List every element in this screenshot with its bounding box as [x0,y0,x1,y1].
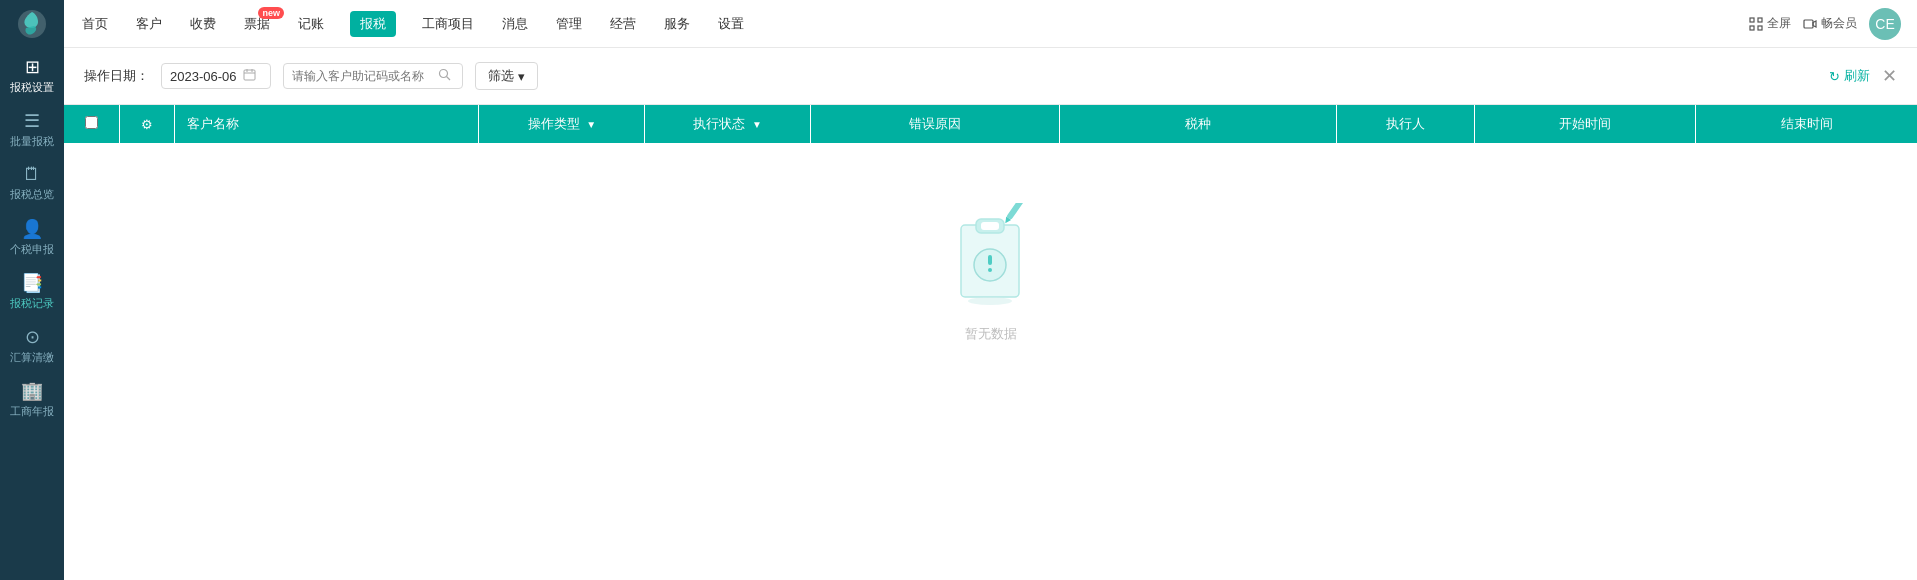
th-tax: 税种 [1060,105,1337,143]
th-error: 错误原因 [811,105,1060,143]
sidebar-label-reconcile: 汇算清缴 [10,351,54,364]
sidebar-item-batch-tax[interactable]: ☰ 批量报税 [0,102,64,156]
filter-button[interactable]: 筛选 ▾ [475,62,538,90]
toolbar-right: ↻ 刷新 ✕ [1829,65,1897,87]
th-executor: 执行人 [1336,105,1474,143]
svg-rect-18 [1006,203,1024,220]
sidebar-label-batch-tax: 批量报税 [10,135,54,148]
th-gear[interactable]: ⚙ [119,105,174,143]
svg-rect-17 [988,268,992,272]
svg-rect-16 [988,255,992,265]
nav-operations[interactable]: 经营 [608,11,638,37]
svg-rect-6 [244,70,255,80]
search-input[interactable] [292,69,432,83]
th-customer: 客户名称 [175,105,479,143]
nav-management[interactable]: 管理 [554,11,584,37]
refresh-button[interactable]: ↻ 刷新 [1829,67,1870,85]
svg-rect-1 [1750,18,1754,22]
tax-records-icon: 📑 [21,272,43,294]
member-button[interactable]: 畅会员 [1803,15,1857,32]
topnav: 首页 客户 收费 票据 new 记账 报税 工商项目 消息 管理 经营 服务 设… [64,0,1917,48]
nav-settings[interactable]: 设置 [716,11,746,37]
sidebar-item-tax-overview[interactable]: 🗒 报税总览 [0,156,64,209]
svg-rect-5 [1804,20,1813,28]
invoice-badge: new [258,7,284,19]
sidebar-label-annual-report: 工商年报 [10,405,54,418]
main-area: 首页 客户 收费 票据 new 记账 报税 工商项目 消息 管理 经营 服务 设… [64,0,1917,580]
empty-text: 暂无数据 [965,325,1017,343]
search-icon [438,68,451,84]
svg-point-21 [968,297,1012,305]
svg-rect-4 [1758,26,1762,30]
sidebar: ⊞ 报税设置 ☰ 批量报税 🗒 报税总览 👤 个税申报 📑 报税记录 ⊙ 汇算清… [0,0,64,580]
sidebar-item-tax-records[interactable]: 📑 报税记录 [0,264,64,318]
table-header: ⚙ 客户名称 操作类型 ▼ 执行状态 ▼ 错误原因 税种 执行 [64,105,1917,143]
personal-tax-icon: 👤 [21,218,43,240]
nav-industry[interactable]: 工商项目 [420,11,476,37]
sidebar-item-reconcile[interactable]: ⊙ 汇算清缴 [0,318,64,372]
sidebar-label-tax-overview: 报税总览 [10,188,54,201]
nav-tax[interactable]: 报税 [350,11,396,37]
table-wrap: ⚙ 客户名称 操作类型 ▼ 执行状态 ▼ 错误原因 税种 执行 [64,105,1917,580]
date-picker[interactable]: 2023-06-06 [161,63,271,89]
svg-point-10 [440,70,448,78]
sidebar-item-tax-settings[interactable]: ⊞ 报税设置 [0,48,64,102]
fullscreen-button[interactable]: 全屏 [1749,15,1791,32]
sidebar-item-annual-report[interactable]: 🏢 工商年报 [0,372,64,426]
tax-overview-icon: 🗒 [23,164,41,185]
nav-accounting[interactable]: 记账 [296,11,326,37]
nav-customer[interactable]: 客户 [134,11,164,37]
video-icon [1803,17,1817,31]
toolbar: 操作日期： 2023-06-06 [64,48,1917,105]
gear-icon: ⚙ [141,117,153,132]
topnav-right: 全屏 畅会员 CE [1749,8,1901,40]
content-area: 操作日期： 2023-06-06 [64,48,1917,580]
date-value: 2023-06-06 [170,69,237,84]
sidebar-label-tax-settings: 报税设置 [10,81,54,94]
close-button[interactable]: ✕ [1882,65,1897,87]
fullscreen-icon [1749,17,1763,31]
nav-home[interactable]: 首页 [80,11,110,37]
th-type[interactable]: 操作类型 ▼ [479,105,645,143]
topnav-items: 首页 客户 收费 票据 new 记账 报税 工商项目 消息 管理 经营 服务 设… [80,11,1749,37]
svg-rect-3 [1750,26,1754,30]
select-all-checkbox[interactable] [85,116,98,129]
avatar[interactable]: CE [1869,8,1901,40]
th-status[interactable]: 执行状态 ▼ [645,105,811,143]
nav-services[interactable]: 服务 [662,11,692,37]
nav-billing[interactable]: 收费 [188,11,218,37]
reconcile-icon: ⊙ [25,326,40,348]
annual-report-icon: 🏢 [21,380,43,402]
empty-state: 暂无数据 [64,143,1917,403]
main-table: ⚙ 客户名称 操作类型 ▼ 执行状态 ▼ 错误原因 税种 执行 [64,105,1917,403]
sidebar-label-tax-records: 报税记录 [10,297,54,310]
sidebar-label-personal-tax: 个税申报 [10,243,54,256]
search-wrap[interactable] [283,63,463,89]
svg-line-11 [447,77,451,81]
tax-settings-icon: ⊞ [25,56,40,78]
type-filter-icon: ▼ [586,119,596,130]
th-end: 结束时间 [1696,105,1917,143]
logo[interactable] [0,0,64,48]
table-body: 暂无数据 [64,143,1917,403]
th-checkbox[interactable] [64,105,119,143]
refresh-icon: ↻ [1829,69,1840,84]
status-filter-icon: ▼ [752,119,762,130]
nav-messages[interactable]: 消息 [500,11,530,37]
nav-invoice[interactable]: 票据 new [242,11,272,37]
empty-illustration [941,203,1041,313]
svg-rect-14 [981,222,999,230]
sidebar-item-personal-tax[interactable]: 👤 个税申报 [0,210,64,264]
date-label: 操作日期： [84,67,149,85]
th-start: 开始时间 [1474,105,1695,143]
batch-tax-icon: ☰ [24,110,40,132]
svg-rect-2 [1758,18,1762,22]
calendar-icon [243,68,256,84]
chevron-down-icon: ▾ [518,69,525,84]
